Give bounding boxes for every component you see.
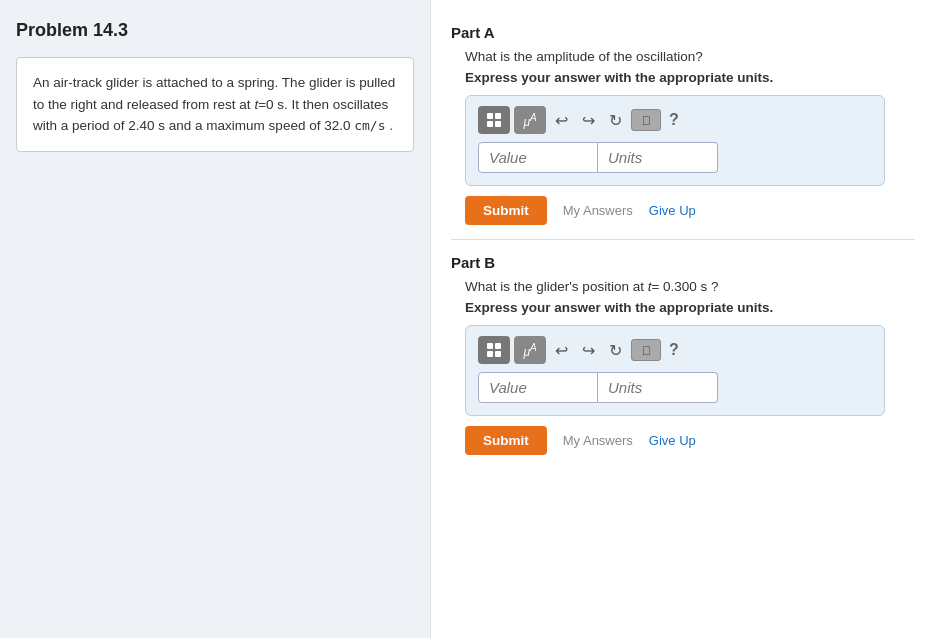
svg-rect-4 — [487, 343, 493, 349]
part-b-refresh-button[interactable]: ↻ — [604, 336, 627, 364]
part-a-my-answers-link[interactable]: My Answers — [563, 203, 633, 218]
part-a-instruction: Express your answer with the appropriate… — [451, 70, 915, 85]
part-a-question: What is the amplitude of the oscillation… — [451, 49, 915, 64]
part-b-answer-box: μA ↩ ↪ ↻ ⎕ ? — [465, 325, 885, 416]
part-b-grid-button[interactable] — [478, 336, 510, 364]
part-a-label: Part A — [451, 24, 915, 41]
grid-icon — [486, 112, 502, 128]
part-a-submit-row: Submit My Answers Give Up — [451, 196, 915, 225]
part-b-toolbar: μA ↩ ↪ ↻ ⎕ ? — [478, 336, 872, 364]
svg-rect-3 — [495, 121, 501, 127]
part-a-answer-box: μA ↩ ↪ ↻ ⎕ ? — [465, 95, 885, 186]
part-a-input-row — [478, 142, 872, 173]
keyboard-icon-b: ⎕ — [643, 344, 650, 356]
svg-rect-5 — [495, 343, 501, 349]
part-b-submit-row: Submit My Answers Give Up — [451, 426, 915, 455]
part-a-refresh-button[interactable]: ↻ — [604, 106, 627, 134]
grid-icon-b — [486, 342, 502, 358]
part-a-keyboard-button[interactable]: ⎕ — [631, 109, 661, 131]
svg-rect-0 — [487, 113, 493, 119]
part-a-grid-button[interactable] — [478, 106, 510, 134]
part-b-input-row — [478, 372, 872, 403]
part-a-undo-button[interactable]: ↩ — [550, 106, 573, 134]
part-a-help-button[interactable]: ? — [665, 109, 683, 131]
part-a-units-input[interactable] — [598, 142, 718, 173]
part-a-toolbar: μA ↩ ↪ ↻ ⎕ ? — [478, 106, 872, 134]
part-b-submit-button[interactable]: Submit — [465, 426, 547, 455]
part-b-units-input[interactable] — [598, 372, 718, 403]
part-b-section: Part B What is the glider's position at … — [451, 240, 915, 469]
part-b-mu-button[interactable]: μA — [514, 336, 546, 364]
part-b-value-input[interactable] — [478, 372, 598, 403]
part-a-submit-button[interactable]: Submit — [465, 196, 547, 225]
part-b-instruction: Express your answer with the appropriate… — [451, 300, 915, 315]
part-a-section: Part A What is the amplitude of the osci… — [451, 10, 915, 240]
problem-box: An air-track glider is attached to a spr… — [16, 57, 414, 152]
part-b-help-button[interactable]: ? — [665, 339, 683, 361]
part-a-mu-button[interactable]: μA — [514, 106, 546, 134]
part-b-give-up-link[interactable]: Give Up — [649, 433, 696, 448]
part-b-label: Part B — [451, 254, 915, 271]
part-b-question: What is the glider's position at t= 0.30… — [451, 279, 915, 294]
part-a-redo-button[interactable]: ↪ — [577, 106, 600, 134]
mu-label-b: μA — [523, 342, 536, 359]
keyboard-icon: ⎕ — [643, 114, 650, 126]
problem-text: An air-track glider is attached to a spr… — [33, 75, 395, 133]
part-a-value-input[interactable] — [478, 142, 598, 173]
svg-rect-6 — [487, 351, 493, 357]
svg-rect-7 — [495, 351, 501, 357]
part-a-give-up-link[interactable]: Give Up — [649, 203, 696, 218]
problem-title: Problem 14.3 — [16, 20, 414, 41]
mu-label: μA — [523, 112, 536, 129]
part-b-my-answers-link[interactable]: My Answers — [563, 433, 633, 448]
svg-rect-2 — [487, 121, 493, 127]
left-panel: Problem 14.3 An air-track glider is atta… — [0, 0, 430, 638]
right-panel: Part A What is the amplitude of the osci… — [430, 0, 935, 638]
part-b-redo-button[interactable]: ↪ — [577, 336, 600, 364]
svg-rect-1 — [495, 113, 501, 119]
part-b-undo-button[interactable]: ↩ — [550, 336, 573, 364]
part-b-keyboard-button[interactable]: ⎕ — [631, 339, 661, 361]
